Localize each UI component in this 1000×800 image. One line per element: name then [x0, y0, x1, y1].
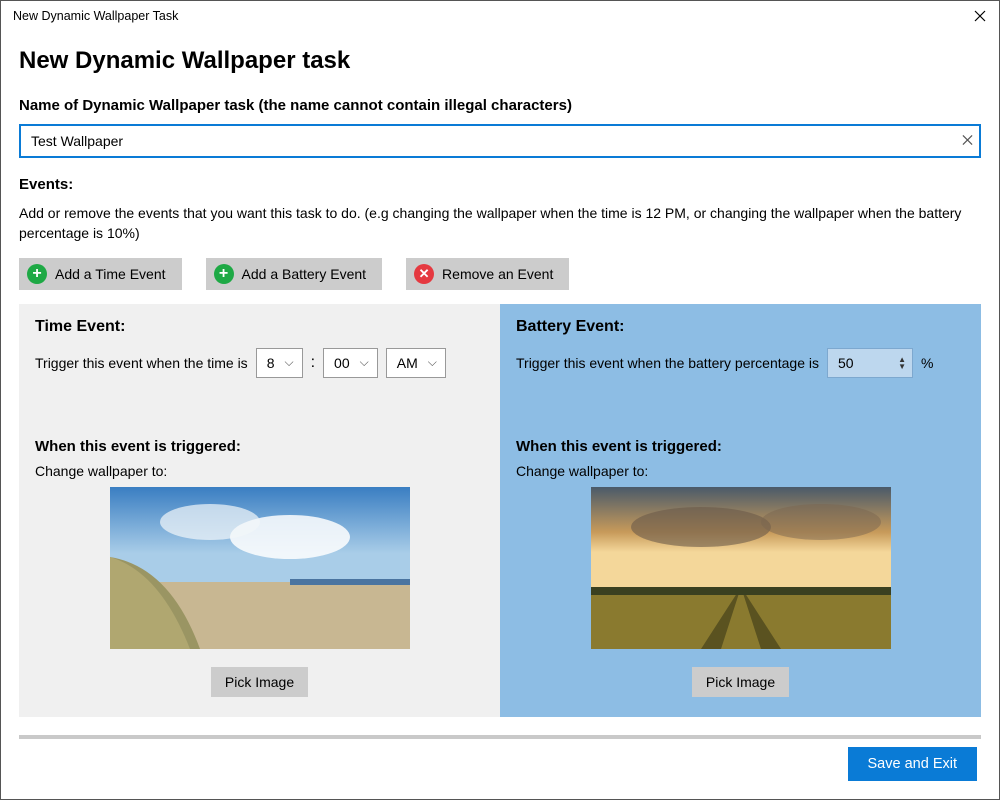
- battery-wallpaper-preview: [591, 487, 891, 649]
- remove-event-button[interactable]: ✕ Remove an Event: [406, 258, 569, 290]
- minute-value: 00: [334, 355, 350, 371]
- time-triggered-heading: When this event is triggered:: [35, 438, 484, 455]
- time-pick-image-button[interactable]: Pick Image: [211, 667, 308, 697]
- battery-value: 50: [838, 355, 854, 371]
- ampm-value: AM: [397, 355, 418, 371]
- chevron-down-icon: ⌵: [428, 355, 437, 370]
- time-event-panel: Time Event: Trigger this event when the …: [19, 304, 500, 717]
- minute-select[interactable]: 00 ⌵: [323, 348, 378, 378]
- ampm-select[interactable]: AM ⌵: [386, 348, 446, 378]
- time-colon: :: [311, 354, 315, 372]
- remove-label: Remove an Event: [442, 266, 553, 282]
- time-trigger-label: Trigger this event when the time is: [35, 355, 248, 371]
- add-time-label: Add a Time Event: [55, 266, 166, 282]
- chevron-down-icon: ⌵: [284, 355, 293, 370]
- close-icon[interactable]: [971, 7, 989, 25]
- plus-icon: +: [214, 264, 234, 284]
- save-and-exit-button[interactable]: Save and Exit: [848, 747, 977, 781]
- battery-triggered-heading: When this event is triggered:: [516, 438, 965, 455]
- events-description: Add or remove the events that you want t…: [19, 203, 981, 244]
- page-title: New Dynamic Wallpaper task: [19, 47, 981, 75]
- remove-icon: ✕: [414, 264, 434, 284]
- clear-input-icon[interactable]: [962, 134, 973, 149]
- name-label: Name of Dynamic Wallpaper task (the name…: [19, 97, 981, 114]
- battery-change-label: Change wallpaper to:: [516, 463, 965, 479]
- time-panel-title: Time Event:: [35, 318, 484, 336]
- add-time-event-button[interactable]: + Add a Time Event: [19, 258, 182, 290]
- time-change-label: Change wallpaper to:: [35, 463, 484, 479]
- battery-trigger-label: Trigger this event when the battery perc…: [516, 355, 819, 371]
- plus-icon: +: [27, 264, 47, 284]
- events-heading: Events:: [19, 176, 981, 193]
- task-name-input[interactable]: [19, 124, 981, 158]
- titlebar: New Dynamic Wallpaper Task: [1, 1, 999, 31]
- spinner-arrows-icon[interactable]: ▲▼: [898, 356, 906, 370]
- chevron-down-icon: ⌵: [360, 355, 369, 370]
- add-battery-label: Add a Battery Event: [242, 266, 367, 282]
- battery-event-panel: Battery Event: Trigger this event when t…: [500, 304, 981, 717]
- battery-pick-image-button[interactable]: Pick Image: [692, 667, 789, 697]
- battery-panel-title: Battery Event:: [516, 318, 965, 336]
- add-battery-event-button[interactable]: + Add a Battery Event: [206, 258, 383, 290]
- hour-value: 8: [267, 355, 275, 371]
- horizontal-scrollbar[interactable]: [19, 735, 981, 739]
- time-wallpaper-preview: [110, 487, 410, 649]
- battery-percentage-input[interactable]: 50 ▲▼: [827, 348, 913, 378]
- hour-select[interactable]: 8 ⌵: [256, 348, 303, 378]
- percent-label: %: [921, 355, 933, 371]
- window-title: New Dynamic Wallpaper Task: [13, 9, 178, 23]
